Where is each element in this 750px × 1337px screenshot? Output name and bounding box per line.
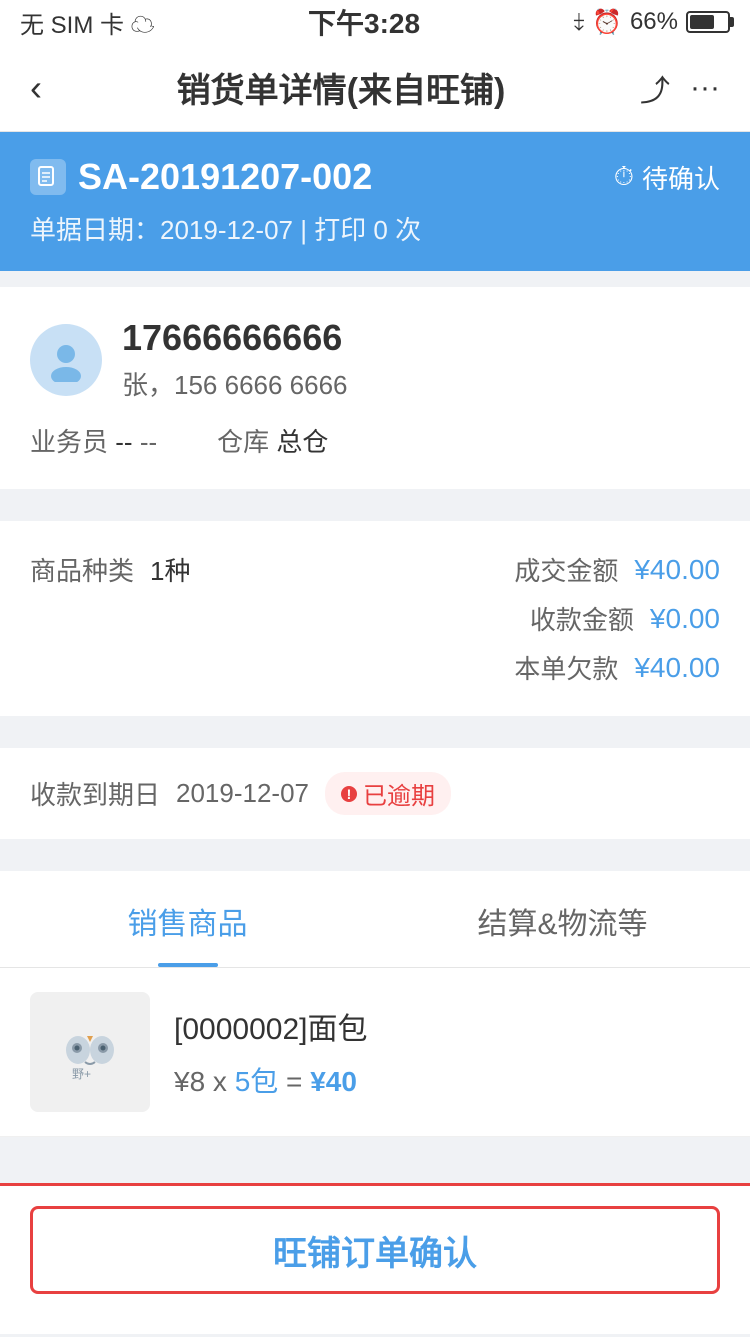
tabs-container: 销售商品 结算&物流等 野+ xyxy=(0,871,750,1137)
customer-phone: 17666666666 xyxy=(122,317,348,359)
confirm-button[interactable]: 旺铺订单确认 xyxy=(30,1206,720,1294)
received-row: 收款金额 ¥0.00 xyxy=(530,600,720,637)
status-left: 无 SIM 卡 ☁ xyxy=(20,5,155,40)
transaction-label: 成交金额 xyxy=(514,551,618,588)
overdue-icon: ! xyxy=(341,786,357,802)
order-date: 单据日期：2019-12-07 | 打印 0 次 xyxy=(30,210,720,247)
due-date-card: 收款到期日 2019-12-07 ! 已逾期 xyxy=(0,748,750,839)
location-icon: ⤈ xyxy=(573,8,584,36)
tab-sales-products[interactable]: 销售商品 xyxy=(0,871,375,967)
product-type-value: 1种 xyxy=(150,551,190,588)
alarm-icon: ⏰ xyxy=(592,8,622,37)
sim-signal-text: 无 SIM 卡 ☁ xyxy=(20,5,155,40)
svg-text:野+: 野+ xyxy=(72,1067,91,1081)
status-time: 下午3:28 xyxy=(308,2,420,42)
due-row: 本单欠款 ¥40.00 xyxy=(514,649,720,686)
nav-actions: ⤴ ··· xyxy=(640,66,720,110)
due-date-label: 收款到期日 xyxy=(30,775,160,812)
divider-3 xyxy=(0,839,750,855)
price-text: ¥8 x xyxy=(174,1066,235,1097)
overdue-badge: ! 已逾期 xyxy=(325,772,451,815)
battery-fill xyxy=(690,15,714,29)
product-thumb-inner: 野+ xyxy=(50,1022,130,1082)
summary-card: 商品种类 1种 成交金额 ¥40.00 收款金额 ¥0.00 本单欠款 ¥40.… xyxy=(0,521,750,716)
summary-left: 商品种类 1种 xyxy=(30,551,190,588)
warehouse-item: 仓库 总仓 xyxy=(217,422,328,459)
order-header-top: SA-20191207-002 ⏱ 待确认 xyxy=(30,156,720,198)
nav-title: 销货单详情(来自旺铺) xyxy=(177,63,506,112)
order-header: SA-20191207-002 ⏱ 待确认 单据日期：2019-12-07 | … xyxy=(0,132,750,271)
product-price: ¥8 x 5包 = ¥40 xyxy=(174,1060,720,1100)
product-item: 野+ [0000002]面包 ¥8 x 5包 = ¥40 xyxy=(0,968,750,1137)
more-icon[interactable]: ··· xyxy=(690,71,720,105)
product-name: [0000002]面包 xyxy=(174,1004,720,1048)
salesperson-item: 业务员 -- -- xyxy=(30,422,157,459)
due-label: 本单欠款 xyxy=(514,649,618,686)
share-icon[interactable]: ⤴ xyxy=(640,66,670,110)
transaction-value: ¥40.00 xyxy=(634,554,720,586)
customer-row: 17666666666 张，156 6666 6666 xyxy=(30,317,720,402)
summary-right: 成交金额 ¥40.00 收款金额 ¥0.00 本单欠款 ¥40.00 xyxy=(514,551,720,686)
order-doc-icon xyxy=(30,159,66,195)
product-thumbnail: 野+ xyxy=(30,992,150,1112)
product-info: [0000002]面包 ¥8 x 5包 = ¥40 xyxy=(174,1004,720,1100)
price-qty: 5包 xyxy=(235,1066,279,1097)
status-bar: 无 SIM 卡 ☁ 下午3:28 ⤈ ⏰ 66% xyxy=(0,0,750,44)
order-status: ⏱ 待确认 xyxy=(614,159,720,196)
battery-icon xyxy=(686,11,730,33)
customer-details: 业务员 -- -- 仓库 总仓 xyxy=(30,422,720,459)
warehouse-val: 总仓 xyxy=(276,427,328,457)
received-label: 收款金额 xyxy=(530,600,634,637)
customer-subinfo: 张，156 6666 6666 xyxy=(122,365,348,402)
clock-icon: ⏱ xyxy=(614,161,634,193)
overdue-text: 已逾期 xyxy=(363,776,435,811)
summary-row: 商品种类 1种 成交金额 ¥40.00 收款金额 ¥0.00 本单欠款 ¥40.… xyxy=(30,551,720,686)
due-date-value: 2019-12-07 xyxy=(176,778,309,809)
customer-info: 17666666666 张，156 6666 6666 xyxy=(122,317,348,402)
salesperson-label: 业务员 xyxy=(30,427,108,457)
transaction-row: 成交金额 ¥40.00 xyxy=(514,551,720,588)
bottom-bar: 旺铺订单确认 xyxy=(0,1183,750,1334)
tab-settlement[interactable]: 结算&物流等 xyxy=(375,871,750,967)
warehouse-label: 仓库 xyxy=(217,427,269,457)
divider-2 xyxy=(0,716,750,732)
salesperson-value: -- xyxy=(115,427,132,457)
product-type-label: 商品种类 xyxy=(30,551,134,588)
status-right: ⤈ ⏰ 66% xyxy=(573,8,730,37)
back-button[interactable]: ‹ xyxy=(30,67,42,109)
nav-bar: ‹ 销货单详情(来自旺铺) ⤴ ··· xyxy=(0,44,750,132)
received-value: ¥0.00 xyxy=(650,603,720,635)
salesperson-val: -- xyxy=(140,427,157,457)
customer-card: 17666666666 张，156 6666 6666 业务员 -- -- 仓库… xyxy=(0,287,750,489)
battery-text: 66% xyxy=(630,8,678,36)
divider-1 xyxy=(0,489,750,505)
product-list: 野+ [0000002]面包 ¥8 x 5包 = ¥40 xyxy=(0,968,750,1137)
price-equals: = xyxy=(278,1066,310,1097)
price-total: ¥40 xyxy=(310,1066,357,1097)
order-number: SA-20191207-002 xyxy=(30,156,372,198)
customer-avatar xyxy=(30,324,102,396)
tabs-row: 销售商品 结算&物流等 xyxy=(0,871,750,968)
due-value: ¥40.00 xyxy=(634,652,720,684)
